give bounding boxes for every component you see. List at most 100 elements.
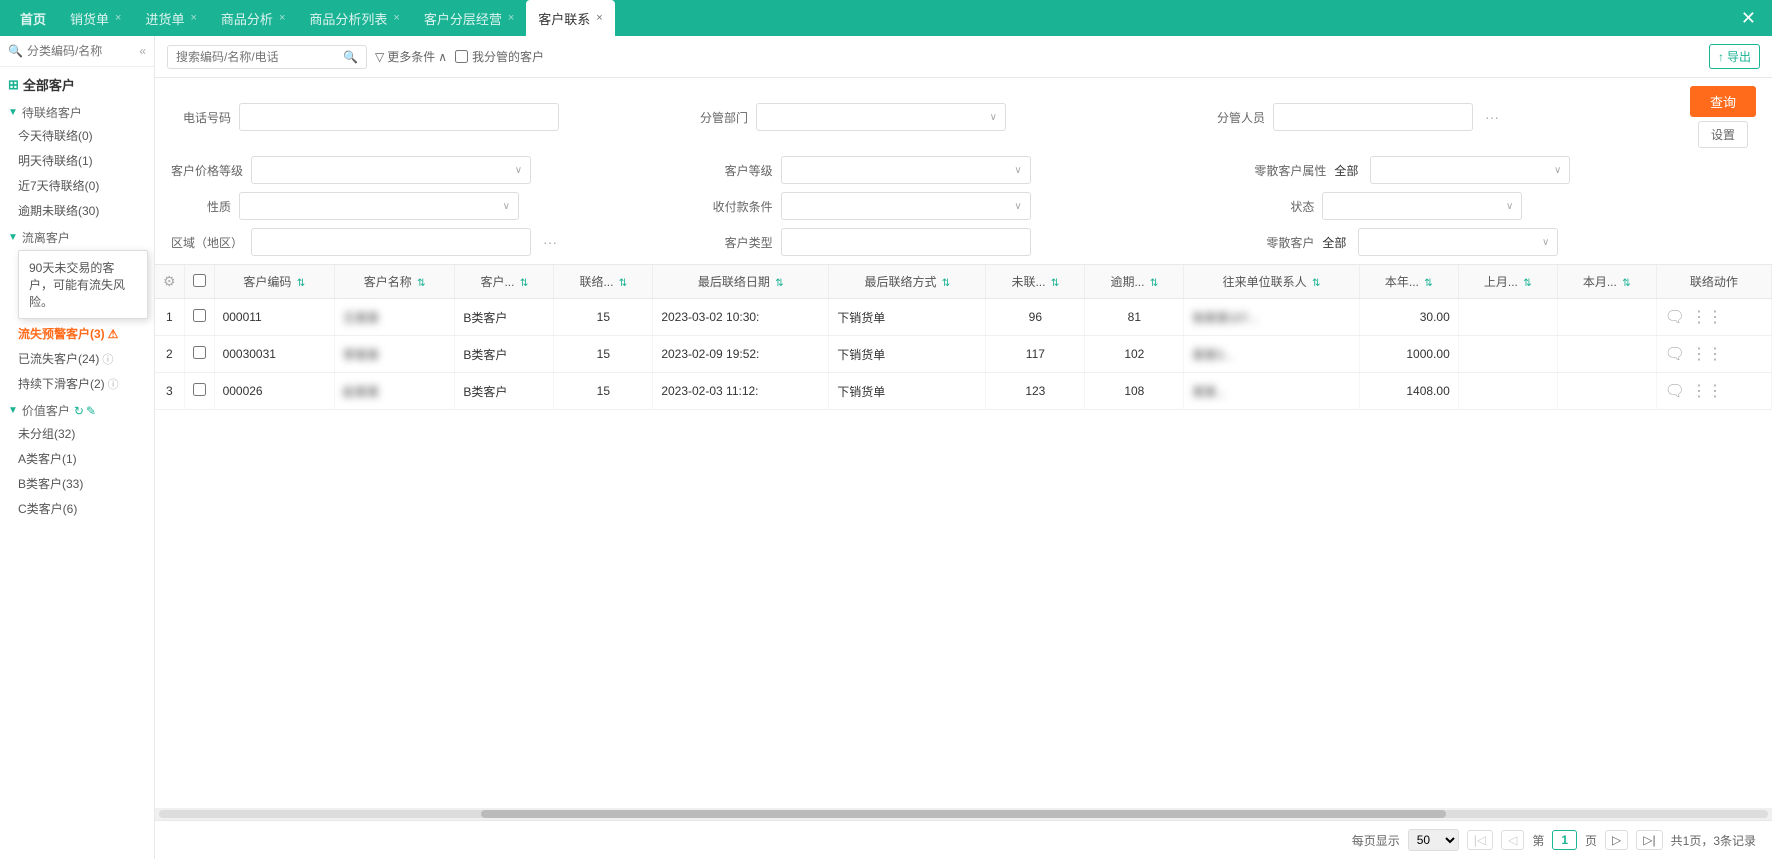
customer-level-select[interactable]: ∨ bbox=[781, 156, 1031, 184]
status-select[interactable]: ∨ bbox=[1322, 192, 1522, 220]
select-all-checkbox[interactable] bbox=[193, 274, 206, 287]
filter-status: 状态 ∨ bbox=[1254, 192, 1756, 220]
tab-customer-tier[interactable]: 客户分层经营 × bbox=[412, 0, 526, 36]
sidebar-item-overdue[interactable]: 逾期未联络(30) bbox=[0, 198, 154, 223]
last-page-button[interactable]: ▷| bbox=[1636, 830, 1662, 850]
sidebar-item-7days[interactable]: 近7天待联络(0) bbox=[0, 173, 154, 198]
query-button[interactable]: 查询 bbox=[1690, 86, 1756, 117]
sidebar-search-input[interactable] bbox=[27, 44, 135, 58]
sidebar-item-churn-warning[interactable]: 流失预警客户(3) ⚠ bbox=[0, 321, 154, 346]
search-submit-icon[interactable]: 🔍 bbox=[343, 50, 358, 64]
col-last-month-label: 上月... bbox=[1484, 275, 1518, 289]
col-code: 客户编码 ⇅ bbox=[214, 265, 334, 299]
chat-icon[interactable]: 🗨 bbox=[1665, 344, 1685, 364]
sidebar-group-value[interactable]: ▼ 价值客户 ↻ ✎ bbox=[0, 396, 154, 421]
export-button[interactable]: ↑ 导出 bbox=[1709, 44, 1760, 69]
sidebar-item-today[interactable]: 今天待联络(0) bbox=[0, 123, 154, 148]
row-last-method: 下销货单 bbox=[829, 299, 986, 336]
close-icon[interactable]: × bbox=[508, 12, 514, 24]
zero-attr-value: 全部 bbox=[1334, 162, 1358, 179]
zero-customer-select[interactable]: ∨ bbox=[1358, 228, 1558, 256]
edit-icon[interactable]: ✎ bbox=[86, 404, 96, 418]
more-conditions-button[interactable]: ▽ 更多条件 ∧ bbox=[375, 48, 447, 65]
search-input[interactable] bbox=[176, 50, 339, 64]
tab-home[interactable]: 首页 bbox=[8, 0, 58, 36]
gear-icon[interactable]: ⚙ bbox=[163, 273, 176, 289]
sidebar-item-b[interactable]: B类客户(33) bbox=[0, 471, 154, 496]
more-actions-icon[interactable]: ⋮⋮ bbox=[1691, 381, 1723, 401]
row-last-method: 下销货单 bbox=[829, 336, 986, 373]
close-icon[interactable]: × bbox=[115, 12, 121, 24]
payment-select[interactable]: ∨ bbox=[781, 192, 1031, 220]
last-method-link[interactable]: 下销货单 bbox=[837, 311, 885, 325]
row-num: 1 bbox=[155, 299, 184, 336]
row-type: B类客户 bbox=[455, 373, 554, 410]
sidebar-item-tomorrow[interactable]: 明天待联络(1) bbox=[0, 148, 154, 173]
filter-row-4: 区域（地区） ··· 客户类型 零散客户 全部 bbox=[171, 228, 1756, 256]
tab-purchase[interactable]: 进货单 × bbox=[133, 0, 208, 36]
sidebar-item-a[interactable]: A类客户(1) bbox=[0, 446, 154, 471]
close-icon[interactable]: × bbox=[596, 12, 602, 24]
manager-select[interactable] bbox=[1273, 103, 1473, 131]
chevron-down-icon: ∨ bbox=[1014, 165, 1021, 176]
tab-sales[interactable]: 销货单 × bbox=[58, 0, 133, 36]
sidebar-collapse-icon[interactable]: « bbox=[139, 44, 146, 58]
sidebar-item-churn-decline-label: 持续下滑客户(2) bbox=[18, 375, 105, 392]
sort-icon: ⇅ bbox=[1312, 278, 1320, 289]
sidebar-item-b-label: B类客户(33) bbox=[18, 475, 83, 492]
chat-icon[interactable]: 🗨 bbox=[1665, 307, 1685, 327]
contact-person-text: 张某某107... bbox=[1192, 311, 1258, 325]
row-name: 李某某 bbox=[334, 336, 454, 373]
horizontal-scrollbar[interactable] bbox=[155, 808, 1772, 820]
window-close-button[interactable]: ✕ bbox=[1733, 8, 1764, 29]
tab-customer-contact[interactable]: 客户联系 × bbox=[526, 0, 614, 36]
gender-select[interactable]: ∨ bbox=[239, 192, 519, 220]
tab-home-label: 首页 bbox=[20, 9, 46, 28]
dept-select[interactable]: ∨ bbox=[756, 103, 1006, 131]
more-actions-icon[interactable]: ⋮⋮ bbox=[1691, 344, 1723, 364]
last-method-link[interactable]: 下销货单 bbox=[837, 385, 885, 399]
chat-icon[interactable]: 🗨 bbox=[1665, 381, 1685, 401]
sidebar-group-churn[interactable]: ▼ 流离客户 bbox=[0, 223, 154, 248]
my-customers-checkbox[interactable] bbox=[455, 50, 468, 63]
row-checkbox[interactable] bbox=[193, 309, 206, 322]
close-icon[interactable]: × bbox=[393, 12, 399, 24]
row-this-year: 1408.00 bbox=[1359, 373, 1458, 410]
last-method-link[interactable]: 下销货单 bbox=[837, 348, 885, 362]
close-icon[interactable]: × bbox=[190, 12, 196, 24]
phone-input[interactable] bbox=[239, 103, 559, 131]
row-checkbox[interactable] bbox=[193, 383, 206, 396]
filter-zero-attr: 零散客户属性 全部 ∨ bbox=[1254, 156, 1756, 184]
tab-product-analysis[interactable]: 商品分析 × bbox=[209, 0, 297, 36]
price-level-select[interactable]: ∨ bbox=[251, 156, 531, 184]
more-actions-icon[interactable]: ⋮⋮ bbox=[1691, 307, 1723, 327]
row-this-year: 30.00 bbox=[1359, 299, 1458, 336]
region-more-icon[interactable]: ··· bbox=[539, 234, 561, 250]
sidebar-item-ungrouped[interactable]: 未分组(32) bbox=[0, 421, 154, 446]
customer-type-select[interactable] bbox=[781, 228, 1031, 256]
close-icon[interactable]: × bbox=[279, 12, 285, 24]
contact-person-text: 某某... bbox=[1192, 385, 1226, 399]
sidebar-item-churn-lost[interactable]: 已流失客户(24) ⓘ bbox=[0, 346, 154, 371]
row-checkbox[interactable] bbox=[193, 346, 206, 359]
settings-button[interactable]: 设置 bbox=[1698, 121, 1748, 148]
next-page-button[interactable]: ▷ bbox=[1605, 830, 1628, 850]
per-page-select[interactable]: 50 100 200 bbox=[1408, 829, 1459, 851]
all-customers-label: 全部客户 bbox=[23, 75, 75, 94]
filter-payment: 收付款条件 ∨ bbox=[713, 192, 1215, 220]
filter-manager: 分管人员 ··· bbox=[1205, 103, 1682, 131]
prev-page-button[interactable]: ◁ bbox=[1501, 830, 1524, 850]
sidebar-item-churn-decline[interactable]: 持续下滑客户(2) ⓘ bbox=[0, 371, 154, 396]
scrollbar-thumb[interactable] bbox=[481, 810, 1446, 818]
all-customers-header[interactable]: ⊞ 全部客户 bbox=[0, 67, 154, 98]
zero-attr-select[interactable]: ∨ bbox=[1370, 156, 1570, 184]
refresh-icon[interactable]: ↻ bbox=[74, 404, 84, 418]
filter-row-3: 性质 ∨ 收付款条件 ∨ 状态 bbox=[171, 192, 1756, 220]
more-options-icon[interactable]: ··· bbox=[1481, 109, 1503, 125]
tab-product-list[interactable]: 商品分析列表 × bbox=[297, 0, 411, 36]
tab-customer-contact-label: 客户联系 bbox=[538, 9, 590, 28]
sidebar-group-pending[interactable]: ▼ 待联络客户 bbox=[0, 98, 154, 123]
first-page-button[interactable]: |◁ bbox=[1467, 830, 1493, 850]
region-input[interactable] bbox=[251, 228, 531, 256]
sidebar-item-c[interactable]: C类客户(6) bbox=[0, 496, 154, 521]
